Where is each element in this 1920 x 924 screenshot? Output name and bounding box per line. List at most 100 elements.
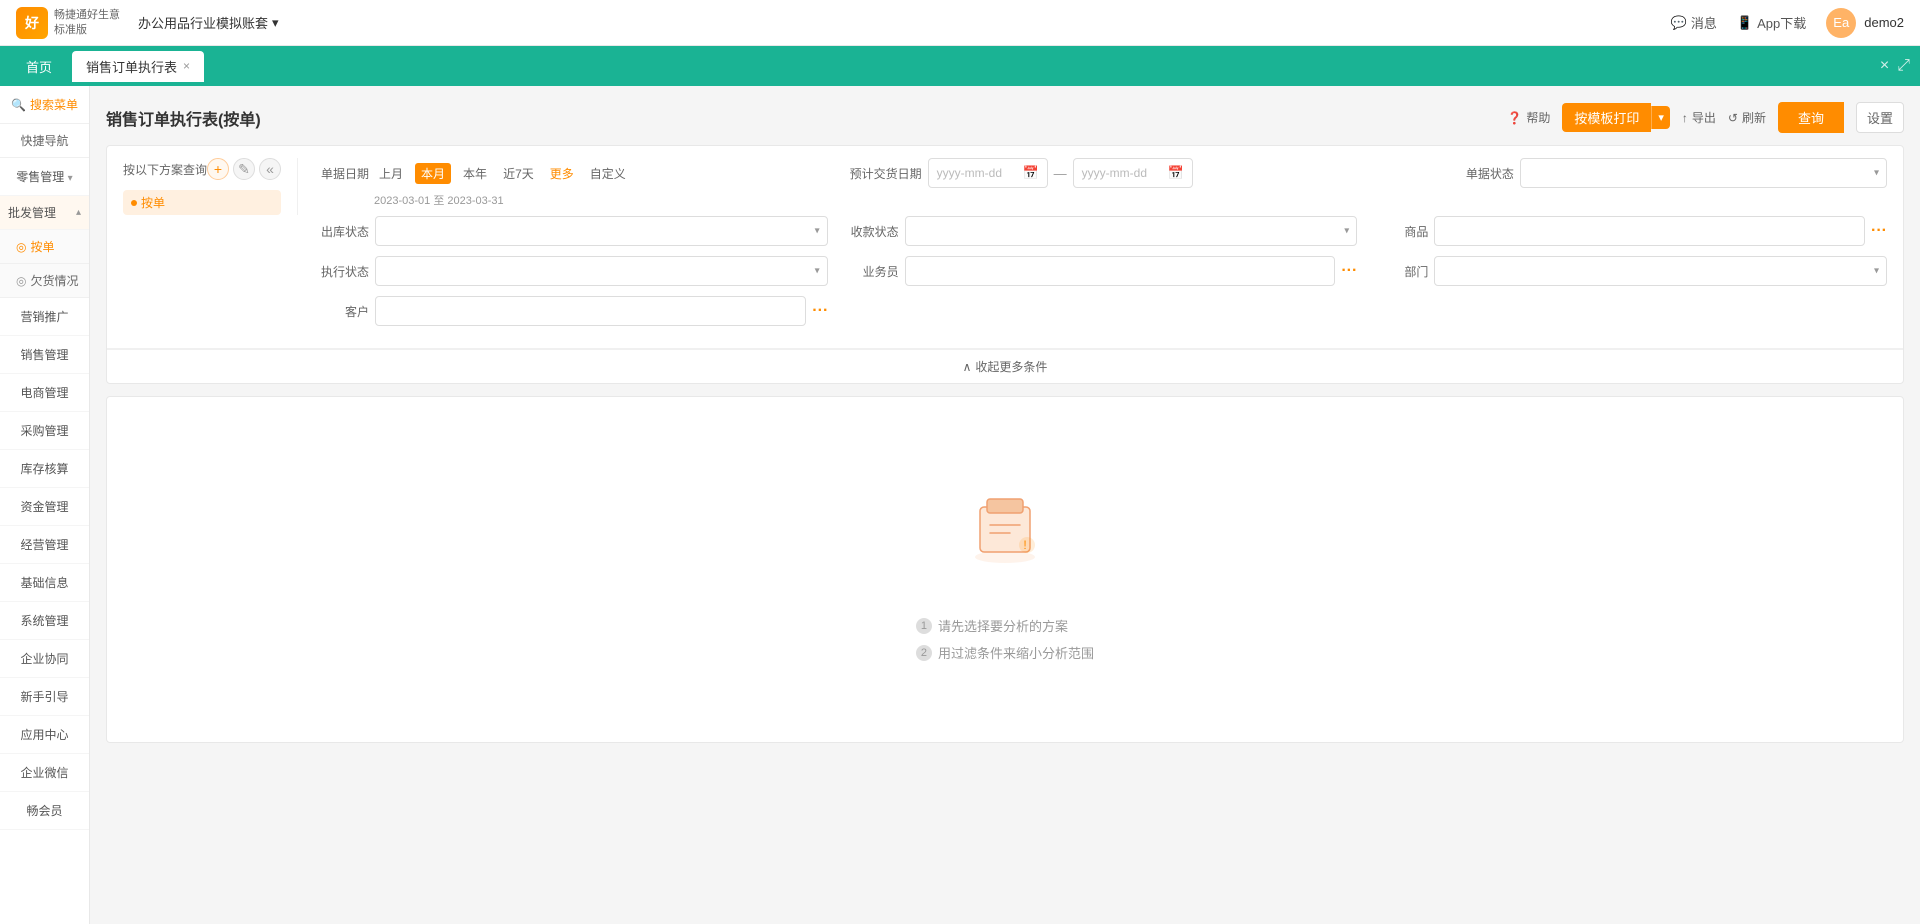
exec-status-group: 执行状态 ▾	[314, 256, 828, 286]
tab-home[interactable]: 首页	[10, 51, 68, 82]
sidebar-item-inventory[interactable]: 库存核算	[0, 450, 89, 488]
collection-status-label: 收款状态	[844, 223, 899, 240]
order-status-select[interactable]	[1520, 158, 1887, 188]
sidebar-item-sales[interactable]: 销售管理	[0, 336, 89, 374]
sidebar-item-wholesale[interactable]: 批发管理 ▴	[0, 196, 89, 230]
export-button[interactable]: ↑ 导出	[1682, 109, 1716, 126]
app-download-button[interactable]: 📱 App下载	[1737, 13, 1806, 32]
sidebar-item-purchase[interactable]: 采购管理	[0, 412, 89, 450]
sidebar-sub-item-debt[interactable]: ◎ 欠货情况	[0, 264, 89, 298]
delivery-status-group: 出库状态 ▾	[314, 216, 828, 246]
collection-status-group: 收款状态 ▾	[844, 216, 1358, 246]
tip-num-1: 1	[916, 618, 932, 634]
sidebar-item-member[interactable]: 畅会员	[0, 792, 89, 830]
customer-group: 客户 ···	[314, 296, 828, 326]
filter-row-2: 出库状态 ▾ 收款状态 ▾	[314, 216, 1887, 246]
filter-footer[interactable]: ∧ 收起更多条件	[107, 349, 1903, 383]
tab-this-month[interactable]: 本月	[415, 163, 451, 184]
top-navigation: 好 畅捷通好生意 标准版 办公用品行业模拟账套 ▾ 💬 消息 📱 App下载 E…	[0, 0, 1920, 46]
sidebar-item-marketing[interactable]: 营销推广	[0, 298, 89, 336]
print-button-group: 按模板打印 ▾	[1562, 103, 1670, 132]
delivery-status-select[interactable]	[375, 216, 828, 246]
scheme-label: 按以下方案查询	[123, 161, 207, 178]
message-button[interactable]: 💬 消息	[1671, 13, 1717, 32]
logo-area[interactable]: 好 畅捷通好生意 标准版	[16, 7, 120, 39]
sidebar-item-corpwechat[interactable]: 企业微信	[0, 754, 89, 792]
sidebar-item-operation[interactable]: 经营管理	[0, 526, 89, 564]
content-area: 销售订单执行表(按单) ❓ 帮助 按模板打印 ▾ ↑ 导出 ↺ 刷新	[90, 86, 1920, 924]
exec-status-select[interactable]	[375, 256, 828, 286]
user-area[interactable]: Ea demo2	[1826, 8, 1904, 38]
query-button[interactable]: 查询	[1778, 102, 1844, 133]
maximize-icon[interactable]: ⤢	[1897, 57, 1910, 75]
avatar: Ea	[1826, 8, 1856, 38]
sidebar-sub-item-order[interactable]: ◎ 按单	[0, 230, 89, 264]
tab-bar-actions: × ⤢	[1880, 57, 1910, 75]
tip-num-2: 2	[916, 645, 932, 661]
dept-select[interactable]	[1434, 256, 1887, 286]
refresh-button[interactable]: ↺ 刷新	[1728, 109, 1766, 126]
sidebar-item-retail[interactable]: 零售管理 ▾	[0, 158, 89, 196]
logo-text: 畅捷通好生意 标准版	[54, 8, 120, 37]
sidebar-item-ecommerce[interactable]: 电商管理	[0, 374, 89, 412]
collapse-button[interactable]: ∧ 收起更多条件	[963, 358, 1048, 375]
sidebar-item-finance[interactable]: 资金管理	[0, 488, 89, 526]
sidebar-item-system[interactable]: 系统管理	[0, 602, 89, 640]
scheme-add-button[interactable]: +	[207, 158, 229, 180]
expected-start-date[interactable]: yyyy-mm-dd 📅	[928, 158, 1048, 188]
chevron-up-icon: ▴	[76, 207, 81, 218]
sidebar-item-cooperation[interactable]: 企业协同	[0, 640, 89, 678]
salesperson-input[interactable]	[905, 256, 1336, 286]
collection-status-select[interactable]	[905, 216, 1358, 246]
order-status-group: 单据状态 ▾	[1459, 158, 1887, 188]
tab-this-year[interactable]: 本年	[459, 163, 491, 184]
sidebar-item-newguide[interactable]: 新手引导	[0, 678, 89, 716]
customer-input[interactable]	[375, 296, 806, 326]
print-main-button[interactable]: 按模板打印	[1562, 103, 1651, 132]
dept-label: 部门	[1373, 263, 1428, 280]
dept-group: 部门 ▾	[1373, 256, 1887, 286]
top-nav-left: 好 畅捷通好生意 标准版 办公用品行业模拟账套 ▾	[16, 7, 287, 39]
goods-input[interactable]	[1434, 216, 1865, 246]
filter-fields: 单据日期 上月 本月 本年 近7天 更多 自定义	[314, 158, 1887, 336]
system-selector[interactable]: 办公用品行业模拟账套 ▾	[130, 9, 287, 36]
svg-text:!: !	[1023, 538, 1026, 552]
print-arrow-button[interactable]: ▾	[1651, 106, 1670, 129]
calendar-icon-end: 📅	[1167, 165, 1183, 181]
sidebar-item-appcenter[interactable]: 应用中心	[0, 716, 89, 754]
user-name: demo2	[1864, 15, 1904, 30]
top-nav-right: 💬 消息 📱 App下载 Ea demo2	[1671, 8, 1904, 38]
scheme-dot	[131, 200, 137, 206]
tab-close-icon[interactable]: ×	[183, 59, 190, 73]
tab-bar: 首页 销售订单执行表 × × ⤢	[0, 46, 1920, 86]
exec-status-label: 执行状态	[314, 263, 369, 280]
date-label: 单据日期	[314, 165, 369, 182]
tab-more[interactable]: 更多	[546, 163, 578, 184]
sidebar-search[interactable]: 🔍 搜索菜单	[0, 86, 89, 124]
sidebar-quick-nav[interactable]: 快捷导航	[0, 124, 89, 158]
scheme-edit-button[interactable]: ✎	[233, 158, 255, 180]
tab-custom[interactable]: 自定义	[586, 163, 630, 184]
salesperson-label: 业务员	[844, 263, 899, 280]
settings-button[interactable]: 设置	[1856, 102, 1904, 133]
salesperson-ellipsis-button[interactable]: ···	[1341, 262, 1357, 280]
close-window-icon[interactable]: ×	[1880, 57, 1889, 75]
empty-illustration: !	[955, 477, 1055, 596]
tab-sales-order[interactable]: 销售订单执行表 ×	[72, 51, 204, 82]
help-button[interactable]: ❓ 帮助	[1507, 109, 1550, 126]
tab-last7[interactable]: 近7天	[499, 163, 538, 184]
customer-ellipsis-button[interactable]: ···	[812, 302, 828, 320]
filter-scheme-section: 按以下方案查询 + ✎ « 按单	[123, 158, 298, 215]
goods-group: 商品 ···	[1373, 216, 1887, 246]
system-selector-arrow: ▾	[272, 15, 279, 31]
expected-end-date[interactable]: yyyy-mm-dd 📅	[1073, 158, 1193, 188]
scheme-item-order[interactable]: 按单	[123, 190, 281, 215]
empty-tips: 1 请先选择要分析的方案 2 用过滤条件来缩小分析范围	[916, 616, 1094, 662]
export-icon: ↑	[1682, 111, 1688, 125]
tab-last-month[interactable]: 上月	[375, 163, 407, 184]
sidebar-item-basic[interactable]: 基础信息	[0, 564, 89, 602]
scheme-actions: + ✎ «	[207, 158, 281, 180]
scheme-collapse-button[interactable]: «	[259, 158, 281, 180]
empty-tip-2: 2 用过滤条件来缩小分析范围	[916, 643, 1094, 662]
goods-ellipsis-button[interactable]: ···	[1871, 222, 1887, 240]
